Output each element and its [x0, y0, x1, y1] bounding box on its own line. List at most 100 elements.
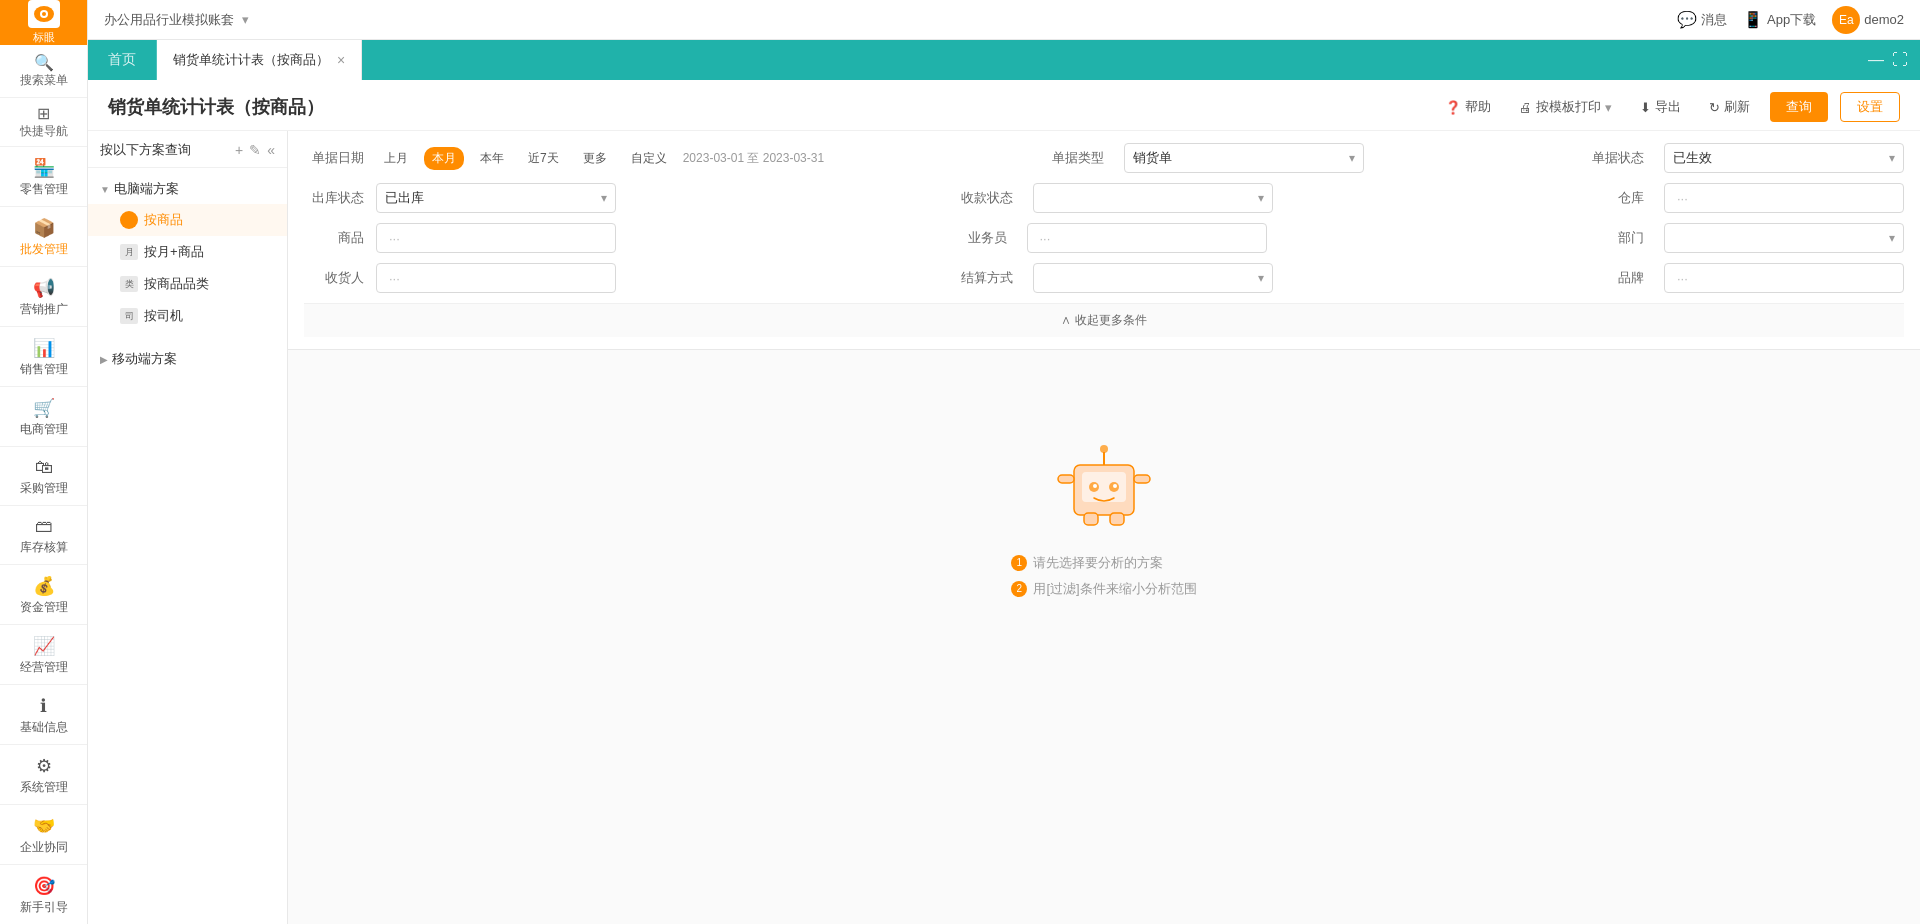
tab-bar: 首页 销货单统计计表（按商品） × — ⛶	[88, 40, 1920, 80]
export-label: 导出	[1655, 98, 1681, 116]
tab-home[interactable]: 首页	[88, 40, 157, 80]
add-scheme-btn[interactable]: +	[235, 142, 243, 158]
doc-status-value: 已生效	[1673, 149, 1712, 167]
retail-label: 零售管理	[20, 181, 68, 198]
message-btn[interactable]: 💬 消息	[1677, 10, 1727, 29]
sidebar-item-sales[interactable]: 📊 销售管理	[0, 327, 87, 387]
tab-active-sales[interactable]: 销货单统计计表（按商品） ×	[157, 40, 362, 80]
tab-close-icon[interactable]: ×	[337, 52, 345, 68]
right-content: 单据日期 上月 本月 本年 近7天 更多 自定义 2023-03-01 至 20…	[288, 131, 1920, 924]
date-range-text: 2023-03-01 至 2023-03-31	[683, 150, 824, 167]
sidebar-item-finance[interactable]: 💰 资金管理	[0, 565, 87, 625]
date-tab-7days[interactable]: 近7天	[520, 147, 567, 170]
hint-text-2: 用[过滤]条件来缩小分析范围	[1033, 576, 1196, 602]
brand-input[interactable]: ···	[1664, 263, 1904, 293]
sidebar-item-marketing[interactable]: 📢 营销推广	[0, 267, 87, 327]
tree-child-by-goods[interactable]: 按商品	[88, 204, 287, 236]
tab-minimize-btn[interactable]: —	[1868, 51, 1884, 69]
sidebar-item-wholesale[interactable]: 📦 批发管理	[0, 207, 87, 267]
left-panel: 按以下方案查询 + ✎ « ▼ 电脑端方案 按商品	[88, 131, 288, 924]
refresh-btn[interactable]: ↻ 刷新	[1701, 94, 1758, 120]
doc-type-select[interactable]: 销货单 ▾	[1124, 143, 1364, 173]
search-menu-label: 搜索菜单	[0, 72, 87, 89]
sidebar-item-retail[interactable]: 🏪 零售管理	[0, 147, 87, 207]
sidebar-item-purchase[interactable]: 🛍 采购管理	[0, 447, 87, 506]
left-panel-header: 按以下方案查询 + ✎ «	[88, 131, 287, 168]
user-name: demo2	[1864, 12, 1904, 27]
marketing-label: 营销推广	[20, 301, 68, 318]
left-panel-title: 按以下方案查询	[100, 141, 191, 159]
out-status-select[interactable]: 已出库 ▾	[376, 183, 616, 213]
sidebar-search[interactable]: 🔍 搜索菜单	[0, 45, 87, 98]
ecommerce-label: 电商管理	[20, 421, 68, 438]
hint-num-2: 2	[1011, 581, 1027, 597]
finance-icon: 💰	[33, 575, 55, 597]
purchase-icon: 🛍	[35, 457, 53, 478]
template-print-btn[interactable]: 🖨 按模板打印 ▾	[1511, 94, 1620, 120]
edit-scheme-btn[interactable]: ✎	[249, 142, 261, 158]
sidebar-nav[interactable]: ⊞ 快捷导航	[0, 98, 87, 147]
collapse-bar[interactable]: ∧ 收起更多条件	[304, 303, 1904, 337]
payment-status-select[interactable]: ▾	[1033, 183, 1273, 213]
tree-expand-icon: ▼	[100, 184, 110, 195]
sidebar-item-base-info[interactable]: ℹ 基础信息	[0, 685, 87, 745]
app-download-btn[interactable]: 📱 App下载	[1743, 10, 1816, 29]
tree-child-driver[interactable]: 司 按司机	[88, 300, 287, 332]
tab-maximize-btn[interactable]: ⛶	[1892, 51, 1908, 69]
sidebar-item-system[interactable]: ⚙ 系统管理	[0, 745, 87, 805]
operations-icon: 📈	[33, 635, 55, 657]
goods-input[interactable]: ···	[376, 223, 616, 253]
export-btn[interactable]: ⬇ 导出	[1632, 94, 1689, 120]
receiver-input[interactable]: ···	[376, 263, 616, 293]
avatar: Ea	[1832, 6, 1860, 34]
department-select[interactable]: ▾	[1664, 223, 1904, 253]
svg-point-9	[1113, 484, 1117, 488]
system-label: 系统管理	[20, 779, 68, 796]
collapse-panel-btn[interactable]: «	[267, 142, 275, 158]
out-status-label: 出库状态	[304, 189, 364, 207]
date-tab-last-month[interactable]: 上月	[376, 147, 416, 170]
wholesale-icon: 📦	[33, 217, 55, 239]
tree-child-month-goods[interactable]: 月 按月+商品	[88, 236, 287, 268]
svg-rect-12	[1058, 475, 1074, 483]
page-title-bar: 销货单统计计表（按商品） ❓ 帮助 🖨 按模板打印 ▾ ⬇ 导出 ↻ 刷新	[88, 80, 1920, 131]
sidebar-item-enterprise[interactable]: 🤝 企业协同	[0, 805, 87, 865]
date-tab-this-month[interactable]: 本月	[424, 147, 464, 170]
user-area[interactable]: Ea demo2	[1832, 6, 1904, 34]
active-scheme-icon	[120, 211, 138, 229]
template-print-label: 按模板打印	[1536, 98, 1601, 116]
tree-parent-desktop[interactable]: ▼ 电脑端方案	[88, 174, 287, 204]
date-tab-more[interactable]: 更多	[575, 147, 615, 170]
settings-btn[interactable]: 设置	[1840, 92, 1900, 122]
dropdown-arrow[interactable]: ▾	[242, 12, 249, 27]
doc-status-label: 单据状态	[1592, 149, 1644, 167]
sidebar-item-ecommerce[interactable]: 🛒 电商管理	[0, 387, 87, 447]
svg-point-8	[1093, 484, 1097, 488]
finance-label: 资金管理	[20, 599, 68, 616]
salesperson-input[interactable]: ···	[1027, 223, 1267, 253]
department-label: 部门	[1618, 229, 1644, 247]
payment-method-select[interactable]: ▾	[1033, 263, 1273, 293]
header-left: 办公用品行业模拟账套 ▾	[104, 11, 249, 29]
page-content: 销货单统计计表（按商品） ❓ 帮助 🖨 按模板打印 ▾ ⬇ 导出 ↻ 刷新	[88, 80, 1920, 924]
sidebar-item-inventory[interactable]: 🗃 库存核算	[0, 506, 87, 565]
sidebar-logo[interactable]: 标眼	[0, 0, 88, 45]
export-icon: ⬇	[1640, 100, 1651, 115]
sidebar-item-guide[interactable]: 🎯 新手引导	[0, 865, 87, 924]
tree-parent-mobile[interactable]: ▶ 移动端方案	[88, 344, 287, 374]
svg-point-2	[42, 12, 46, 16]
out-status-value: 已出库	[385, 189, 424, 207]
date-tab-this-year[interactable]: 本年	[472, 147, 512, 170]
help-btn[interactable]: ❓ 帮助	[1437, 94, 1499, 120]
date-tab-custom[interactable]: 自定义	[623, 147, 675, 170]
avatar-initials: Ea	[1839, 13, 1854, 27]
warehouse-input[interactable]: ···	[1664, 183, 1904, 213]
sidebar-item-operations[interactable]: 📈 经营管理	[0, 625, 87, 685]
enterprise-label: 企业协同	[20, 839, 68, 856]
query-btn[interactable]: 查询	[1770, 92, 1828, 122]
tree-child-category[interactable]: 类 按商品品类	[88, 268, 287, 300]
inventory-label: 库存核算	[20, 539, 68, 556]
doc-type-value: 销货单	[1133, 149, 1172, 167]
doc-status-select[interactable]: 已生效 ▾	[1664, 143, 1904, 173]
settings-label: 设置	[1857, 98, 1883, 116]
